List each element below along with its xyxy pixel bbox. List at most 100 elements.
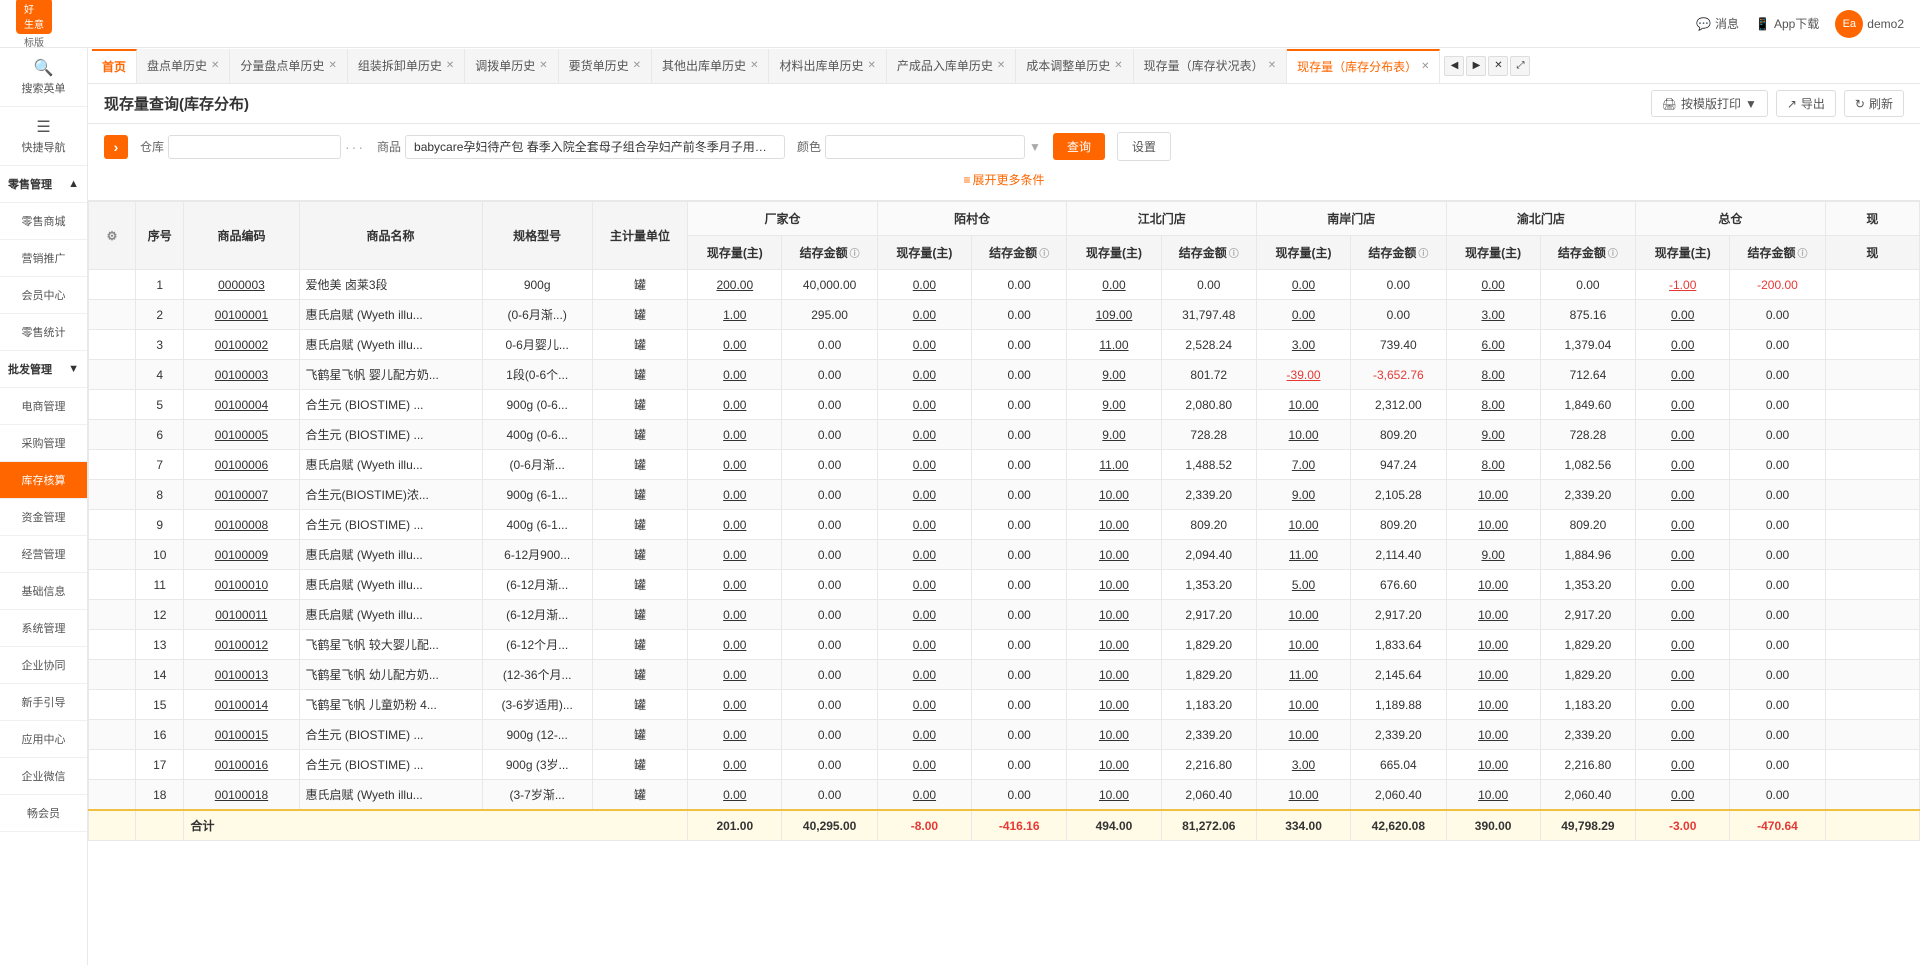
color-input[interactable]: [825, 135, 1025, 159]
refresh-btn[interactable]: ↻ 刷新: [1844, 90, 1904, 117]
sidebar-item-shortcut[interactable]: ☰ 快捷导航: [0, 107, 87, 166]
col-select-icon[interactable]: ⚙: [107, 229, 118, 243]
filter-group-color: 颜色 ▼: [797, 135, 1041, 159]
tab-transfer[interactable]: 调拨单历史 ✕: [465, 49, 558, 83]
tab-stockdist[interactable]: 现存量（库存分布表） ✕: [1287, 49, 1440, 83]
nav-icon: ☰: [4, 117, 83, 137]
sidebar-item-wholesale[interactable]: 批发管理 ▼: [0, 351, 87, 388]
tab-productin[interactable]: 产成品入库单历史 ✕: [887, 49, 1016, 83]
close-tab-stockdist[interactable]: ✕: [1421, 61, 1429, 72]
query-btn[interactable]: 查询: [1053, 133, 1105, 160]
th-mc-amt: 结存金额ⓘ: [971, 236, 1066, 270]
tab-requisition[interactable]: 要货单历史 ✕: [559, 49, 652, 83]
th-na-qty: 现存量(主): [1256, 236, 1350, 270]
sidebar-item-appstore[interactable]: 应用中心: [0, 721, 87, 758]
close-tab-pointsingle[interactable]: ✕: [211, 60, 219, 71]
sidebar-item-retail-stat[interactable]: 零售统计: [0, 314, 87, 351]
tab-home[interactable]: 首页: [92, 49, 137, 83]
th-yb-qty: 现存量(主): [1446, 236, 1540, 270]
main-layout: 🔍 搜索英单 ☰ 快捷导航 零售管理 ▲ 零售商城 营销推广 会员中心 零售统计…: [0, 48, 1920, 965]
tab-pointsingle2[interactable]: 分量盘点单历史 ✕: [230, 49, 347, 83]
sidebar-item-svip[interactable]: 畅会员: [0, 795, 87, 832]
table-container[interactable]: ⚙ 序号 商品编码 商品名称 规格型号 主计量单位 厂家仓 陌村仓 江北门店 南…: [88, 201, 1920, 965]
tab-costadjust[interactable]: 成本调整单历史 ✕: [1016, 49, 1133, 83]
tab-nav-btns: ◀ ▶ ✕ ⤢: [1444, 56, 1530, 76]
expand-icon: ≡: [963, 173, 970, 187]
stock-table: ⚙ 序号 商品编码 商品名称 规格型号 主计量单位 厂家仓 陌村仓 江北门店 南…: [88, 201, 1920, 841]
sidebar-item-ecommerce[interactable]: 电商管理: [0, 388, 87, 425]
page-header: 现存量查询(库存分布) 🖨 按模版打印 ▼ ↗ 导出 ↻ 刷新: [88, 84, 1920, 124]
th-group-mc: 陌村仓: [877, 202, 1067, 236]
main-content: 首页 盘点单历史 ✕ 分量盘点单历史 ✕ 组装拆卸单历史 ✕ 调拨单历史 ✕ 要…: [88, 48, 1920, 965]
sidebar-item-stock[interactable]: 库存核算: [0, 462, 87, 499]
close-tab-assembly[interactable]: ✕: [446, 60, 454, 71]
goods-input[interactable]: [405, 135, 785, 159]
tab-stockstatus[interactable]: 现存量（库存状况表） ✕: [1134, 49, 1287, 83]
th-jb-qty: 现存量(主): [1067, 236, 1161, 270]
tab-otherout[interactable]: 其他出库单历史 ✕: [652, 49, 769, 83]
warehouse-label: 仓库: [140, 138, 164, 155]
close-tab-transfer[interactable]: ✕: [539, 60, 547, 71]
sidebar-item-system[interactable]: 系统管理: [0, 610, 87, 647]
sidebar-item-retail[interactable]: 零售管理 ▲: [0, 166, 87, 203]
th-index: 序号: [136, 202, 184, 270]
sidebar-item-purchase[interactable]: 采购管理: [0, 425, 87, 462]
th-group-na: 南岸门店: [1256, 202, 1446, 236]
filter-toggle-btn[interactable]: ›: [104, 135, 128, 159]
color-dropdown-icon[interactable]: ▼: [1029, 140, 1041, 154]
close-tab-materialout[interactable]: ✕: [867, 60, 875, 71]
close-tab-otherout[interactable]: ✕: [750, 60, 758, 71]
printer-icon: 🖨: [1662, 97, 1677, 111]
close-tab-productin[interactable]: ✕: [997, 60, 1005, 71]
expand-conditions-row: ≡ 展开更多条件: [104, 167, 1904, 192]
sidebar-item-collab[interactable]: 企业协同: [0, 647, 87, 684]
close-tab-requisition[interactable]: ✕: [633, 60, 641, 71]
filter-row: › 仓库 ··· 商品 颜色 ▼ 查询 设置: [104, 132, 1904, 161]
color-label: 颜色: [797, 138, 821, 155]
message-icon: 💬: [1696, 17, 1711, 31]
dropdown-icon: ▼: [1745, 97, 1757, 111]
close-tab-stockstatus[interactable]: ✕: [1268, 60, 1276, 71]
tab-expand-btn[interactable]: ⤢: [1510, 56, 1530, 76]
sidebar-item-search[interactable]: 🔍 搜索英单: [0, 48, 87, 107]
close-tab-pointsingle2[interactable]: ✕: [328, 60, 336, 71]
th-na-amt: 结存金额ⓘ: [1351, 236, 1446, 270]
sidebar-item-guide[interactable]: 新手引导: [0, 684, 87, 721]
expand-conditions-btn[interactable]: ≡ 展开更多条件: [955, 167, 1052, 192]
refresh-icon: ↻: [1855, 97, 1865, 111]
sidebar-item-finance[interactable]: 资金管理: [0, 499, 87, 536]
tab-prev-btn[interactable]: ◀: [1444, 56, 1464, 76]
sidebar-item-retail-shop[interactable]: 零售商城: [0, 203, 87, 240]
sidebar-item-operations[interactable]: 经营管理: [0, 536, 87, 573]
total-row: 合计201.0040,295.00-8.00-416.16494.0081,27…: [89, 810, 1920, 841]
table-row: 500100004合生元 (BIOSTIME) ...900g (0-6...罐…: [89, 390, 1920, 420]
warehouse-input[interactable]: [168, 135, 341, 159]
tab-close-btn[interactable]: ✕: [1488, 56, 1508, 76]
tab-pointsingle[interactable]: 盘点单历史 ✕: [137, 49, 230, 83]
chevron-down-icon: ▼: [68, 363, 79, 375]
logo-text: 标版: [24, 34, 44, 49]
th-jb-amt: 结存金额ⓘ: [1161, 236, 1256, 270]
sidebar-item-wechat[interactable]: 企业微信: [0, 758, 87, 795]
th-zc-qty: 现存量(主): [1636, 236, 1730, 270]
table-row: 700100006惠氏启赋 (Wyeth illu...(0-6月渐...罐0.…: [89, 450, 1920, 480]
sidebar-item-member[interactable]: 会员中心: [0, 277, 87, 314]
export-btn[interactable]: ↗ 导出: [1776, 90, 1836, 117]
tab-next-btn[interactable]: ▶: [1466, 56, 1486, 76]
th-col-select[interactable]: ⚙: [89, 202, 136, 270]
message-btn[interactable]: 💬 消息: [1696, 15, 1739, 32]
user-profile[interactable]: Ea demo2: [1835, 10, 1904, 38]
print-btn[interactable]: 🖨 按模版打印 ▼: [1651, 90, 1768, 117]
th-cj-qty: 现存量(主): [688, 236, 782, 270]
th-now: 现: [1825, 236, 1919, 270]
top-bar-right: 💬 消息 📱 App下载 Ea demo2: [1696, 10, 1904, 38]
close-tab-costadjust[interactable]: ✕: [1114, 60, 1122, 71]
page-actions: 🖨 按模版打印 ▼ ↗ 导出 ↻ 刷新: [1651, 90, 1904, 117]
tab-materialout[interactable]: 材料出库单历史 ✕: [769, 49, 886, 83]
table-row: 900100008合生元 (BIOSTIME) ...400g (6-1...罐…: [89, 510, 1920, 540]
tab-assembly[interactable]: 组装拆卸单历史 ✕: [348, 49, 465, 83]
settings-btn[interactable]: 设置: [1117, 132, 1171, 161]
app-download-btn[interactable]: 📱 App下载: [1755, 15, 1819, 32]
sidebar-item-baseinfo[interactable]: 基础信息: [0, 573, 87, 610]
sidebar-item-marketing[interactable]: 营销推广: [0, 240, 87, 277]
